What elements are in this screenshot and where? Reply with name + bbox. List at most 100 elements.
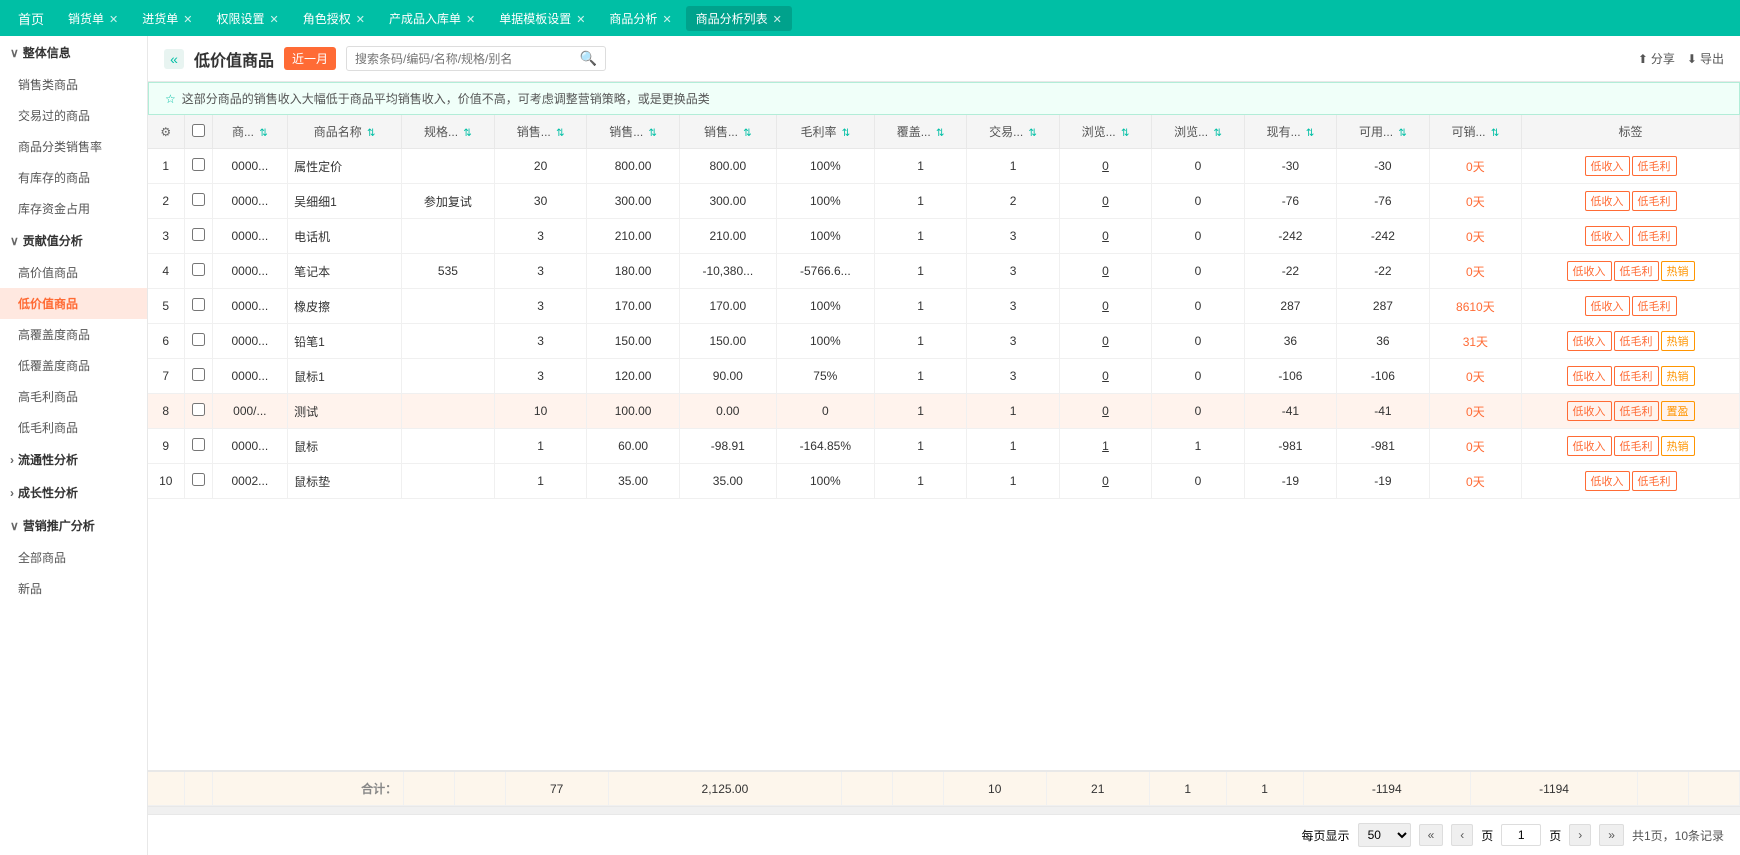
close-icon[interactable]: ✕ — [270, 14, 279, 26]
browse1-link[interactable]: 0 — [1102, 474, 1109, 488]
row-checkbox-8[interactable] — [184, 429, 212, 464]
sidebar-item-high-value[interactable]: 高价值商品 — [0, 257, 147, 288]
row-select-checkbox[interactable] — [192, 228, 205, 241]
close-icon[interactable]: ✕ — [773, 14, 782, 26]
sidebar-item-low-value[interactable]: 低价值商品 — [0, 288, 147, 319]
col-browse2[interactable]: 浏览... ⇅ — [1152, 115, 1244, 149]
row-browse1-0[interactable]: 0 — [1059, 149, 1151, 184]
sidebar-item-low-margin[interactable]: 低毛利商品 — [0, 412, 147, 443]
row-browse1-8[interactable]: 1 — [1059, 429, 1151, 464]
search-icon[interactable]: 🔍 — [580, 50, 597, 67]
sidebar-item-in-stock-goods[interactable]: 有库存的商品 — [0, 162, 147, 193]
close-icon[interactable]: ✕ — [576, 14, 585, 26]
row-select-checkbox[interactable] — [192, 158, 205, 171]
col-qty[interactable]: 销售... ⇅ — [494, 115, 586, 149]
row-browse1-9[interactable]: 0 — [1059, 464, 1151, 499]
close-icon[interactable]: ✕ — [356, 14, 365, 26]
col-available[interactable]: 可用... ⇅ — [1337, 115, 1429, 149]
per-page-select[interactable]: 50 100 200 — [1358, 823, 1411, 847]
row-checkbox-4[interactable] — [184, 289, 212, 324]
sidebar-section-circulation[interactable]: › 流通性分析 — [0, 443, 147, 476]
row-browse1-4[interactable]: 0 — [1059, 289, 1151, 324]
nav-product-analysis[interactable]: 商品分析✕ — [599, 6, 681, 31]
page-input[interactable] — [1501, 824, 1541, 846]
browse1-link[interactable]: 0 — [1102, 229, 1109, 243]
browse1-link[interactable]: 0 — [1102, 264, 1109, 278]
sidebar-item-high-coverage[interactable]: 高覆盖度商品 — [0, 319, 147, 350]
export-button[interactable]: ⬇ 导出 — [1687, 50, 1724, 67]
col-current[interactable]: 现有... ⇅ — [1244, 115, 1336, 149]
nav-role-auth[interactable]: 角色授权✕ — [293, 6, 375, 31]
browse1-link[interactable]: 0 — [1102, 299, 1109, 313]
row-select-checkbox[interactable] — [192, 193, 205, 206]
col-browse1[interactable]: 浏览... ⇅ — [1059, 115, 1151, 149]
row-checkbox-7[interactable] — [184, 394, 212, 429]
share-button[interactable]: ⬆ 分享 — [1638, 50, 1675, 67]
sidebar-section-overall[interactable]: ∨ 整体信息 — [0, 36, 147, 69]
row-browse1-2[interactable]: 0 — [1059, 219, 1151, 254]
browse1-link[interactable]: 0 — [1102, 404, 1109, 418]
close-icon[interactable]: ✕ — [466, 14, 475, 26]
row-browse1-5[interactable]: 0 — [1059, 324, 1151, 359]
browse1-link[interactable]: 0 — [1102, 334, 1109, 348]
settings-column-header[interactable]: ⚙ — [148, 115, 184, 149]
row-select-checkbox[interactable] — [192, 298, 205, 311]
sidebar-item-sales-goods[interactable]: 销售类商品 — [0, 69, 147, 100]
row-checkbox-9[interactable] — [184, 464, 212, 499]
col-code[interactable]: 商... ⇅ — [212, 115, 288, 149]
time-filter-button[interactable]: 近一月 — [284, 47, 336, 70]
close-icon[interactable]: ✕ — [109, 14, 118, 26]
row-browse1-1[interactable]: 0 — [1059, 184, 1151, 219]
row-checkbox-5[interactable] — [184, 324, 212, 359]
search-input[interactable] — [355, 52, 575, 66]
row-select-checkbox[interactable] — [192, 368, 205, 381]
sidebar-item-new-goods[interactable]: 新品 — [0, 573, 147, 604]
sidebar-item-low-coverage[interactable]: 低覆盖度商品 — [0, 350, 147, 381]
sidebar-section-growth[interactable]: › 成长性分析 — [0, 476, 147, 509]
sidebar-item-all-goods[interactable]: 全部商品 — [0, 542, 147, 573]
row-checkbox-3[interactable] — [184, 254, 212, 289]
collapse-button[interactable]: « — [164, 49, 184, 69]
sidebar-item-high-margin[interactable]: 高毛利商品 — [0, 381, 147, 412]
prev-page-button[interactable]: ‹ — [1451, 824, 1473, 846]
col-amount[interactable]: 销售... ⇅ — [587, 115, 679, 149]
row-select-checkbox[interactable] — [192, 403, 205, 416]
row-checkbox-2[interactable] — [184, 219, 212, 254]
row-select-checkbox[interactable] — [192, 473, 205, 486]
nav-sales-order[interactable]: 销货单✕ — [58, 6, 128, 31]
row-checkbox-1[interactable] — [184, 184, 212, 219]
sidebar-section-marketing[interactable]: ∨ 营销推广分析 — [0, 509, 147, 542]
row-browse1-3[interactable]: 0 — [1059, 254, 1151, 289]
row-select-checkbox[interactable] — [192, 333, 205, 346]
close-icon[interactable]: ✕ — [662, 14, 671, 26]
browse1-link[interactable]: 1 — [1102, 439, 1109, 453]
browse1-link[interactable]: 0 — [1102, 369, 1109, 383]
col-avg-price[interactable]: 销售... ⇅ — [679, 115, 776, 149]
nav-purchase-order[interactable]: 进货单✕ — [132, 6, 202, 31]
row-select-checkbox[interactable] — [192, 263, 205, 276]
settings-icon[interactable]: ⚙ — [160, 125, 171, 139]
close-icon[interactable]: ✕ — [183, 14, 192, 26]
nav-template-settings[interactable]: 单据模板设置✕ — [489, 6, 595, 31]
next-page-button[interactable]: › — [1569, 824, 1591, 846]
last-page-button[interactable]: » — [1599, 824, 1624, 846]
col-coverage[interactable]: 覆盖... ⇅ — [874, 115, 966, 149]
col-salable[interactable]: 可销... ⇅ — [1429, 115, 1521, 149]
browse1-link[interactable]: 0 — [1102, 159, 1109, 173]
col-spec[interactable]: 规格... ⇅ — [401, 115, 494, 149]
col-name[interactable]: 商品名称 ⇅ — [288, 115, 402, 149]
row-select-checkbox[interactable] — [192, 438, 205, 451]
nav-product-inbound[interactable]: 产成品入库单✕ — [379, 6, 485, 31]
col-margin[interactable]: 毛利率 ⇅ — [776, 115, 874, 149]
sidebar-section-contribution[interactable]: ∨ 贡献值分析 — [0, 224, 147, 257]
sidebar-item-category-sales-rate[interactable]: 商品分类销售率 — [0, 131, 147, 162]
col-trade[interactable]: 交易... ⇅ — [967, 115, 1059, 149]
nav-permission[interactable]: 权限设置✕ — [206, 6, 288, 31]
sidebar-item-traded-goods[interactable]: 交易过的商品 — [0, 100, 147, 131]
nav-product-analysis-list[interactable]: 商品分析列表✕ — [686, 6, 792, 31]
row-checkbox-6[interactable] — [184, 359, 212, 394]
row-checkbox-0[interactable] — [184, 149, 212, 184]
row-browse1-6[interactable]: 0 — [1059, 359, 1151, 394]
col-tags[interactable]: 标签 — [1522, 115, 1740, 149]
sidebar-item-inventory-capital[interactable]: 库存资金占用 — [0, 193, 147, 224]
